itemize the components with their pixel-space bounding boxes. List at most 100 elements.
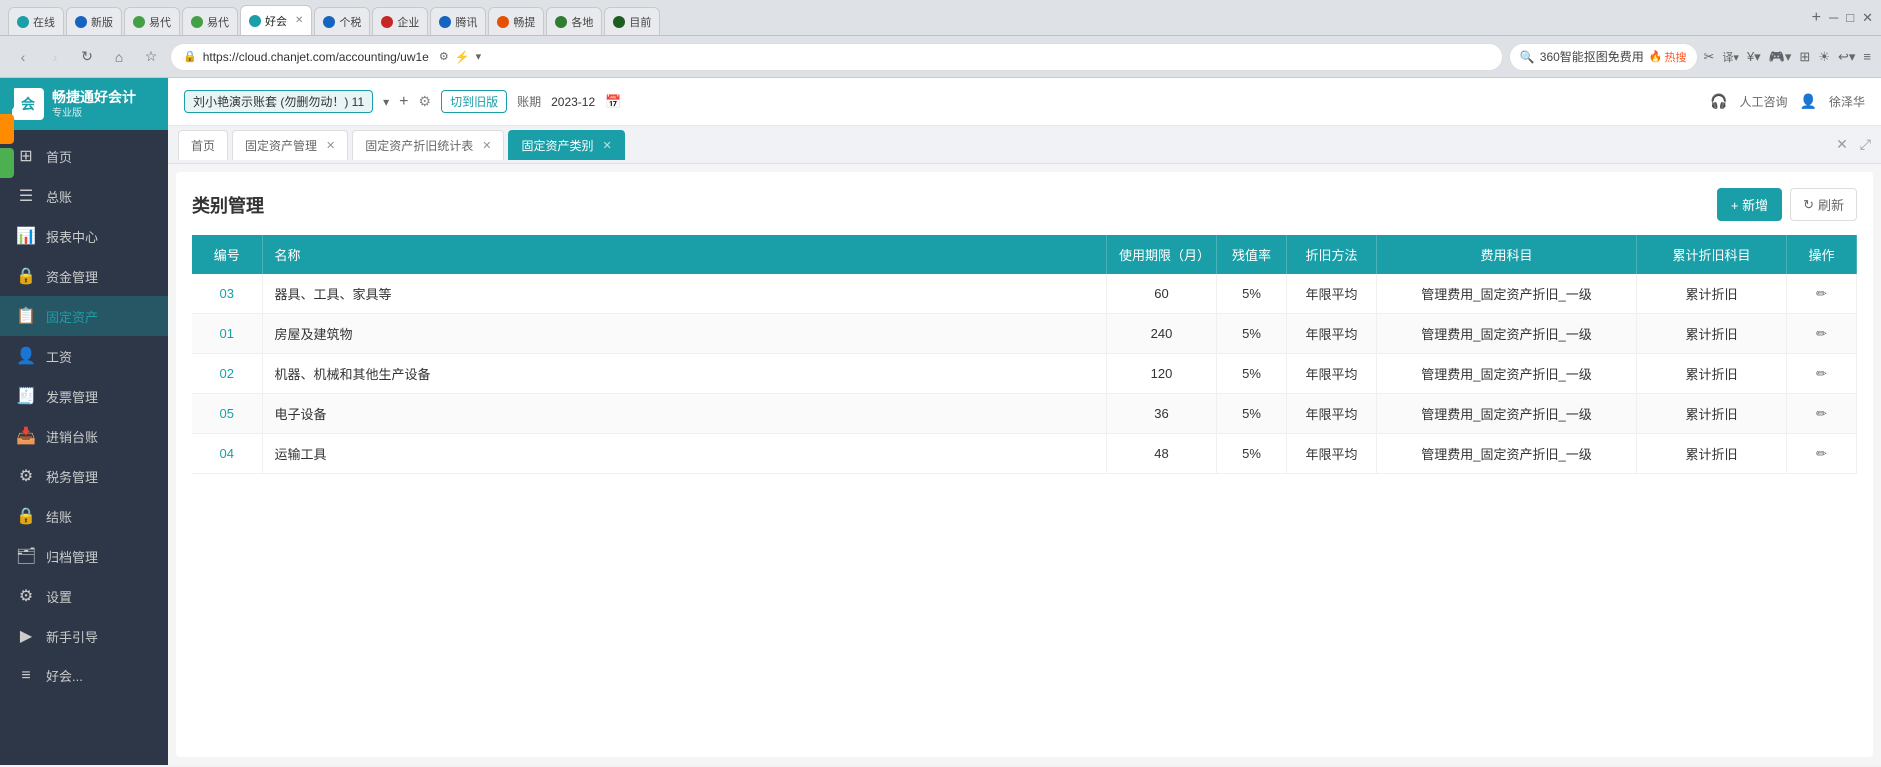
sidebar-item-tax[interactable]: ⚙ 税务管理 (0, 456, 168, 496)
switch-version-button[interactable]: 切到旧版 (441, 90, 507, 113)
table-row: 04 运输工具 48 5% 年限平均 管理费用_固定资产折旧_一级 累计折旧 ✏ (192, 434, 1857, 474)
user-badge[interactable]: 刘小艳演示账套 (勿删勿动！) 11 (184, 90, 373, 113)
browser-tab[interactable]: 腾讯 (430, 7, 486, 35)
nav-star[interactable]: ☆ (138, 44, 164, 70)
dropdown-icon[interactable]: ▾ (476, 50, 482, 63)
tab-fixed-mgmt-close[interactable]: ✕ (326, 139, 335, 152)
cell-op: ✏ (1787, 274, 1857, 314)
cell-period: 240 (1107, 314, 1217, 354)
undo-icon[interactable]: ↩▾ (1838, 49, 1855, 65)
tab-depreciation[interactable]: 固定资产折旧统计表 ✕ (352, 130, 504, 160)
site-info-icon[interactable]: ⚙ (439, 50, 449, 63)
side-btn-3[interactable] (0, 148, 14, 178)
sidebar-item-salary[interactable]: 👤 工资 (0, 336, 168, 376)
edit-button[interactable]: ✏ (1816, 446, 1827, 461)
browser-tab[interactable]: 各地 (546, 7, 602, 35)
app-subtitle: 专业版 (52, 107, 136, 120)
tab-depreciation-label: 固定资产折旧统计表 (365, 137, 473, 154)
browser-tab-active[interactable]: 好会 ✕ (240, 5, 312, 35)
sidebar-item-ledger[interactable]: ☰ 总账 (0, 176, 168, 216)
cell-rate: 5% (1217, 354, 1287, 394)
edit-button[interactable]: ✏ (1816, 286, 1827, 301)
dropdown-user-icon[interactable]: ▾ (383, 95, 389, 109)
game-icon[interactable]: 🎮▾ (1769, 49, 1792, 65)
close-period-icon: 🔒 (16, 506, 36, 526)
headset-icon: 🎧 (1710, 93, 1727, 110)
translate-icon[interactable]: 译▾ (1722, 49, 1739, 65)
menu-icon[interactable]: ≡ (1863, 49, 1871, 64)
consult-label[interactable]: 人工咨询 (1740, 93, 1788, 110)
coupon-icon[interactable]: ¥▾ (1747, 49, 1761, 65)
search-text: 360智能抠图免费用 (1540, 48, 1644, 65)
cell-code: 05 (192, 394, 262, 434)
edit-button[interactable]: ✏ (1816, 326, 1827, 341)
tab-fixed-mgmt-label: 固定资产管理 (245, 137, 317, 154)
edit-button[interactable]: ✏ (1816, 366, 1827, 381)
tab-category[interactable]: 固定资产类别 ✕ (508, 130, 624, 160)
sidebar-item-guide[interactable]: ▶ 新手引导 (0, 616, 168, 656)
cell-period: 48 (1107, 434, 1217, 474)
scissors-icon[interactable]: ✂ (1704, 49, 1715, 65)
cell-period: 60 (1107, 274, 1217, 314)
edit-button[interactable]: ✏ (1816, 406, 1827, 421)
calendar-icon[interactable]: 📅 (605, 94, 621, 110)
tab-category-close[interactable]: ✕ (603, 139, 612, 152)
tab-fixed-mgmt[interactable]: 固定资产管理 ✕ (232, 130, 348, 160)
cell-accum: 累计折旧 (1637, 434, 1787, 474)
refresh-button[interactable]: ↻ 刷新 (1790, 188, 1857, 221)
sidebar-item-more[interactable]: ≡ 好会... (0, 656, 168, 695)
page-header: 类别管理 + 新增 ↻ 刷新 (192, 188, 1857, 221)
sidebar-item-close[interactable]: 🔒 结账 (0, 496, 168, 536)
url-bar[interactable]: 🔒 https://cloud.chanjet.com/accounting/u… (170, 43, 1503, 71)
sidebar-item-fund[interactable]: 🔒 资金管理 (0, 256, 168, 296)
sidebar-label-archive: 归档管理 (46, 547, 98, 566)
browser-tab[interactable]: 个税 (314, 7, 370, 35)
cell-code: 02 (192, 354, 262, 394)
cell-expense: 管理费用_固定资产折旧_一级 (1377, 274, 1637, 314)
cell-name: 器具、工具、家具等 (262, 274, 1107, 314)
side-btn-2[interactable] (0, 114, 14, 144)
sun-icon[interactable]: ☀ (1818, 49, 1830, 65)
header-actions: + 新增 ↻ 刷新 (1717, 188, 1857, 221)
nav-refresh[interactable]: ↻ (74, 44, 100, 70)
browser-maximize[interactable]: □ (1846, 10, 1854, 25)
nav-forward[interactable]: › (42, 44, 68, 70)
sidebar-item-invoice[interactable]: 🧾 发票管理 (0, 376, 168, 416)
browser-tab[interactable]: 企业 (372, 7, 428, 35)
tab-close-icon[interactable]: ✕ (295, 15, 303, 26)
search-bar[interactable]: 🔍 360智能抠图免费用 🔥 热搜 (1509, 43, 1698, 71)
browser-tab[interactable]: 畅提 (488, 7, 544, 35)
browser-minimize[interactable]: ─ (1829, 10, 1838, 25)
browser-tab[interactable]: 新版 (66, 7, 122, 35)
data-table: 编号 名称 使用期限（月） 残值率 折旧方法 费用科目 累计折旧科目 操作 (192, 235, 1857, 474)
sidebar-item-home[interactable]: ⊞ 首页 (0, 136, 168, 176)
add-button[interactable]: + 新增 (1717, 188, 1782, 221)
browser-tab[interactable]: 目前 (604, 7, 660, 35)
side-btn-1[interactable] (0, 80, 14, 110)
browser-tab[interactable]: 在线 (8, 7, 64, 35)
tab-home[interactable]: 首页 (178, 130, 228, 160)
sidebar-label-fund: 资金管理 (46, 267, 98, 286)
settings-gear-icon[interactable]: ⚙ (419, 93, 432, 110)
add-company-btn[interactable]: + (399, 93, 408, 111)
browser-close[interactable]: ✕ (1862, 10, 1873, 26)
sidebar-item-stock[interactable]: 📥 进销台账 (0, 416, 168, 456)
cell-expense: 管理费用_固定资产折旧_一级 (1377, 314, 1637, 354)
sidebar-item-settings[interactable]: ⚙ 设置 (0, 576, 168, 616)
tab-close-window[interactable]: ✕ (1836, 136, 1848, 153)
sidebar-item-fixed[interactable]: 📋 固定资产 (0, 296, 168, 336)
new-tab-button[interactable]: + (1812, 9, 1821, 27)
grid-icon[interactable]: ⊞ (1799, 49, 1810, 65)
tab-expand-window[interactable]: ⤢ (1860, 136, 1871, 153)
cell-code: 01 (192, 314, 262, 354)
sidebar-label-tax: 税务管理 (46, 467, 98, 486)
sidebar-item-report[interactable]: 📊 报表中心 (0, 216, 168, 256)
browser-tab[interactable]: 易代 (182, 7, 238, 35)
tab-depreciation-close[interactable]: ✕ (482, 139, 491, 152)
cell-code: 03 (192, 274, 262, 314)
lightning-icon[interactable]: ⚡ (455, 50, 470, 64)
sidebar-item-archive[interactable]: 🗂 归档管理 (0, 536, 168, 576)
nav-back[interactable]: ‹ (10, 44, 36, 70)
nav-home[interactable]: ⌂ (106, 44, 132, 70)
browser-tab[interactable]: 易代 (124, 7, 180, 35)
